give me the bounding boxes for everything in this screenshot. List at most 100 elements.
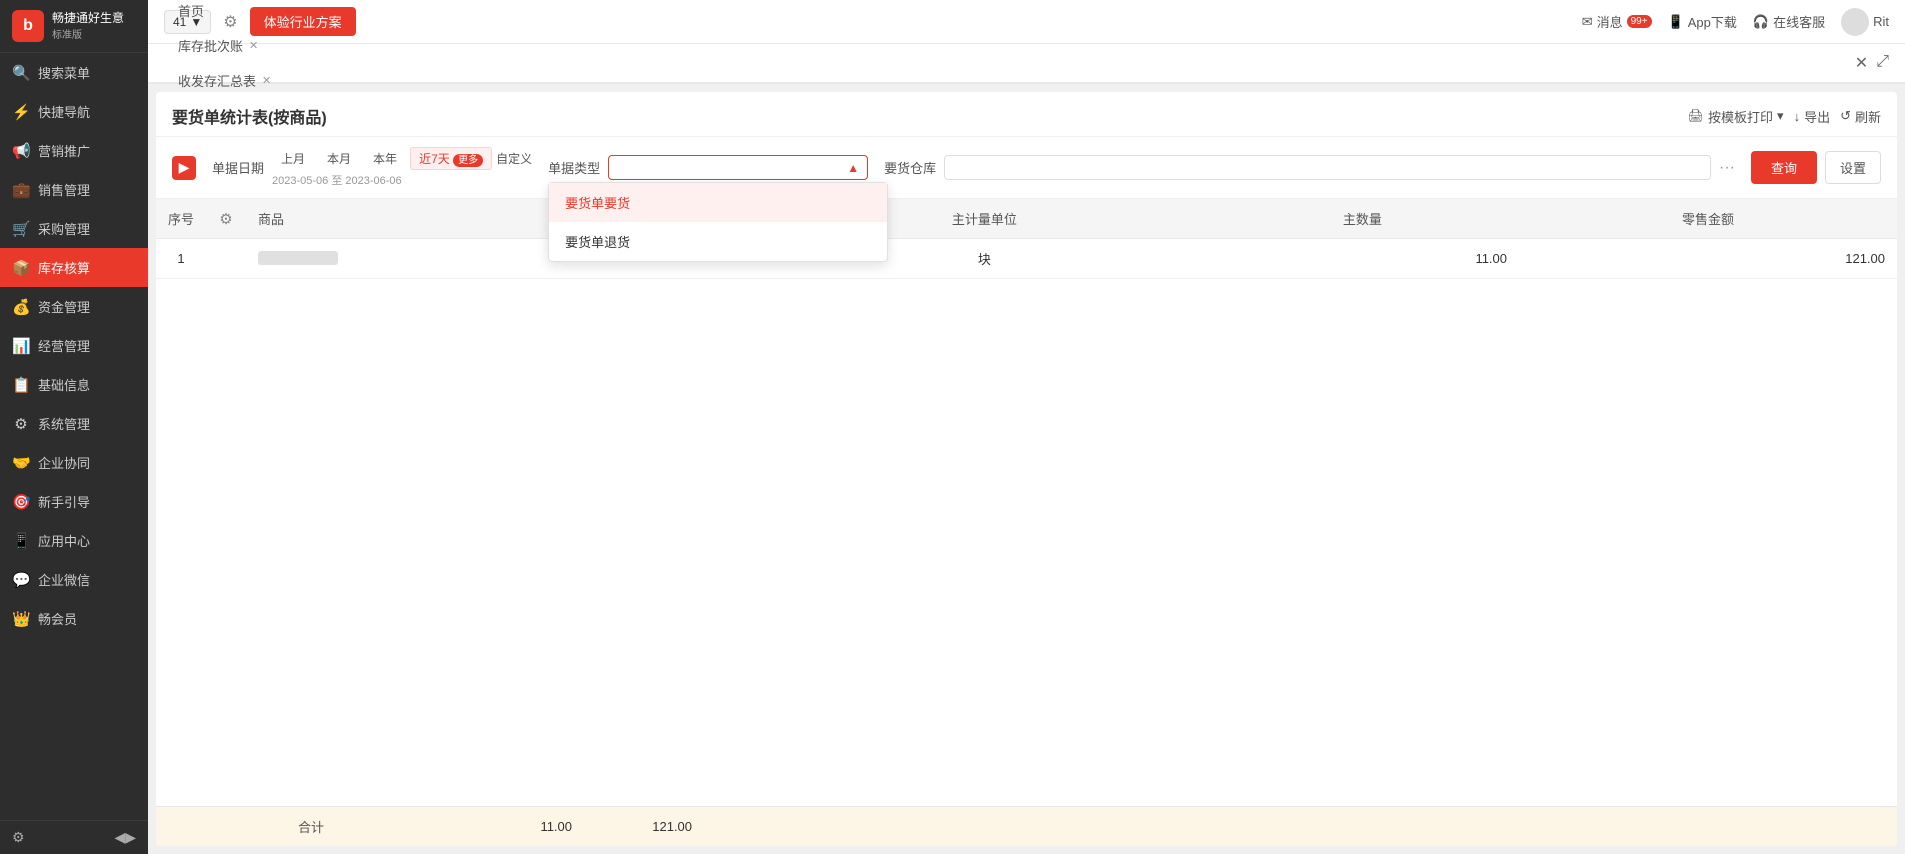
- sidebar-icon-operations: 📊: [12, 337, 30, 355]
- table-body: 1 块 11.00 121.00: [156, 239, 1897, 279]
- col-seq: 序号: [156, 199, 206, 239]
- tab-close-receipt-summary[interactable]: ✕: [262, 74, 271, 87]
- tab-close-batch-stock[interactable]: ✕: [249, 39, 258, 52]
- type-selector-input[interactable]: ▲: [608, 155, 868, 180]
- filter-actions: 查询 设置: [1751, 151, 1881, 184]
- date-range-display: 2023-05-06 至 2023-06-06: [272, 172, 532, 188]
- btn-this-month[interactable]: 本月: [318, 147, 360, 170]
- sidebar-icon-inventory: 📦: [12, 259, 30, 277]
- settings-btn[interactable]: 设置: [1825, 151, 1881, 184]
- btn-custom-date[interactable]: 自定义: [496, 150, 532, 167]
- btn-this-year[interactable]: 本年: [364, 147, 406, 170]
- sidebar-item-basic[interactable]: 📋 基础信息: [0, 365, 148, 404]
- sidebar-item-inventory[interactable]: 📦 库存核算: [0, 248, 148, 287]
- print-template-btn[interactable]: 🖨 按模板打印 ▾: [1688, 107, 1784, 126]
- type-dropdown-arrow[interactable]: ▲: [847, 161, 859, 175]
- sidebar-item-marketing[interactable]: 📢 营销推广: [0, 131, 148, 170]
- sidebar-label-operations: 经营管理: [38, 336, 90, 355]
- online-service-btn[interactable]: 🎧 在线客服: [1753, 12, 1825, 31]
- type-input[interactable]: [617, 160, 847, 175]
- message-icon: ✉: [1582, 14, 1593, 30]
- column-settings-icon[interactable]: ⚙: [219, 211, 232, 228]
- tab-label-home: 首页: [178, 1, 204, 20]
- expand-tab-icon[interactable]: ⤢: [1876, 53, 1889, 73]
- sidebar-label-finance: 资金管理: [38, 297, 90, 316]
- sidebar-label-wechat: 企业微信: [38, 570, 90, 589]
- messages-btn[interactable]: ✉ 消息 99+: [1582, 12, 1652, 31]
- sidebar: b 畅捷通好生意 标准版 🔍 搜索菜单 ⚡ 快捷导航 📢 营销推广 💼 销售管理…: [0, 0, 148, 854]
- footer-qty: 11.00: [452, 819, 572, 834]
- type-filter-label: 单据类型: [548, 158, 600, 177]
- sidebar-item-vip[interactable]: 👑 畅会员: [0, 599, 148, 638]
- dropdown-item-require-return[interactable]: 要货单退货: [549, 222, 887, 261]
- print-icon: 🖨: [1688, 108, 1705, 124]
- close-tab-icon[interactable]: ✕: [1855, 53, 1868, 73]
- warehouse-selector-input[interactable]: [944, 155, 1711, 180]
- sidebar-label-purchase: 采购管理: [38, 219, 90, 238]
- col-amount: 零售金额: [1519, 199, 1897, 239]
- sidebar-label-quick-nav: 快捷导航: [38, 102, 90, 121]
- sidebar-item-app-center[interactable]: 📱 应用中心: [0, 521, 148, 560]
- sidebar-label-guide: 新手引导: [38, 492, 90, 511]
- avatar-img: [1841, 8, 1869, 36]
- sidebar-icon-enterprise: 🤝: [12, 454, 30, 472]
- refresh-btn[interactable]: ↺ 刷新: [1840, 107, 1881, 126]
- sidebar-item-wechat[interactable]: 💬 企业微信: [0, 560, 148, 599]
- sidebar-item-purchase[interactable]: 🛒 采购管理: [0, 209, 148, 248]
- warehouse-input[interactable]: [953, 160, 1702, 175]
- sidebar-label-marketing: 营销推广: [38, 141, 90, 160]
- dropdown-item-require-order[interactable]: 要货单要货: [549, 183, 887, 222]
- date-shortcuts: 上月 本月 本年 近7天 更多 自定义: [272, 147, 532, 170]
- sidebar-item-operations[interactable]: 📊 经营管理: [0, 326, 148, 365]
- sidebar-label-vip: 畅会员: [38, 609, 77, 628]
- sidebar-item-search[interactable]: 🔍 搜索菜单: [0, 53, 148, 92]
- sidebar-item-enterprise[interactable]: 🤝 企业协同: [0, 443, 148, 482]
- sidebar-label-inventory: 库存核算: [38, 258, 90, 277]
- footer-amount: 121.00: [572, 819, 692, 834]
- download-icon: 📱: [1668, 14, 1684, 30]
- cell-seq: 1: [156, 239, 206, 279]
- sidebar-icon-sales: 💼: [12, 181, 30, 199]
- col-settings: ⚙: [206, 199, 246, 239]
- type-dropdown-menu: 要货单要货 要货单退货: [548, 182, 888, 262]
- tab-home[interactable]: 首页: [164, 0, 285, 30]
- sidebar-item-sales[interactable]: 💼 销售管理: [0, 170, 148, 209]
- sidebar-icon-app-center: 📱: [12, 532, 30, 550]
- btn-last-month[interactable]: 上月: [272, 147, 314, 170]
- sidebar-icon-vip: 👑: [12, 610, 30, 628]
- cell-amount: 121.00: [1519, 239, 1897, 279]
- app-name: 畅捷通好生意: [52, 11, 124, 27]
- table-header-row: 序号 ⚙ 商品 主计量单位 主数量 零售金额: [156, 199, 1897, 239]
- sidebar-item-system[interactable]: ⚙ 系统管理: [0, 404, 148, 443]
- filter-expand-btn[interactable]: ▶: [172, 156, 196, 180]
- col-qty: 主数量: [1206, 199, 1519, 239]
- sidebar-item-quick-nav[interactable]: ⚡ 快捷导航: [0, 92, 148, 131]
- sidebar-icon-system: ⚙: [12, 415, 30, 433]
- page-actions: 🖨 按模板打印 ▾ ↓ 导出 ↺ 刷新: [1688, 107, 1882, 126]
- export-icon: ↓: [1794, 109, 1801, 124]
- date-filter-label: 单据日期: [212, 158, 264, 177]
- sidebar-icon-guide: 🎯: [12, 493, 30, 511]
- user-avatar[interactable]: Rit: [1841, 8, 1889, 36]
- warehouse-more-btn[interactable]: ···: [1719, 159, 1735, 177]
- sidebar-item-finance[interactable]: 💰 资金管理: [0, 287, 148, 326]
- more-badge: 更多: [453, 154, 483, 167]
- tab-batch-stock[interactable]: 库存批次账✕: [164, 28, 285, 65]
- query-btn[interactable]: 查询: [1751, 151, 1817, 184]
- app-download-btn[interactable]: 📱 App下载: [1668, 12, 1737, 31]
- sidebar-label-search: 搜索菜单: [38, 63, 90, 82]
- settings-icon[interactable]: ⚙: [12, 829, 25, 846]
- sidebar-label-app-center: 应用中心: [38, 531, 90, 550]
- btn-last-7days[interactable]: 近7天 更多: [410, 147, 492, 170]
- page-title: 要货单统计表(按商品): [172, 104, 327, 128]
- chevron-down-icon: ▾: [1777, 108, 1784, 124]
- sidebar-nav: 🔍 搜索菜单 ⚡ 快捷导航 📢 营销推广 💼 销售管理 🛒 采购管理 📦 库存核…: [0, 53, 148, 638]
- sidebar-item-guide[interactable]: 🎯 新手引导: [0, 482, 148, 521]
- top-header: 41 ▼ ⚙ 体验行业方案 ✉ 消息 99+ 📱 App下载 🎧 在线客服 R: [148, 0, 1905, 44]
- headset-icon: 🎧: [1753, 14, 1769, 30]
- user-name: Rit: [1873, 14, 1889, 29]
- export-btn[interactable]: ↓ 导出: [1794, 107, 1831, 126]
- sidebar-logo: b 畅捷通好生意 标准版: [0, 0, 148, 53]
- collapse-icon[interactable]: ◀▶: [114, 829, 136, 846]
- sidebar-icon-search: 🔍: [12, 64, 30, 82]
